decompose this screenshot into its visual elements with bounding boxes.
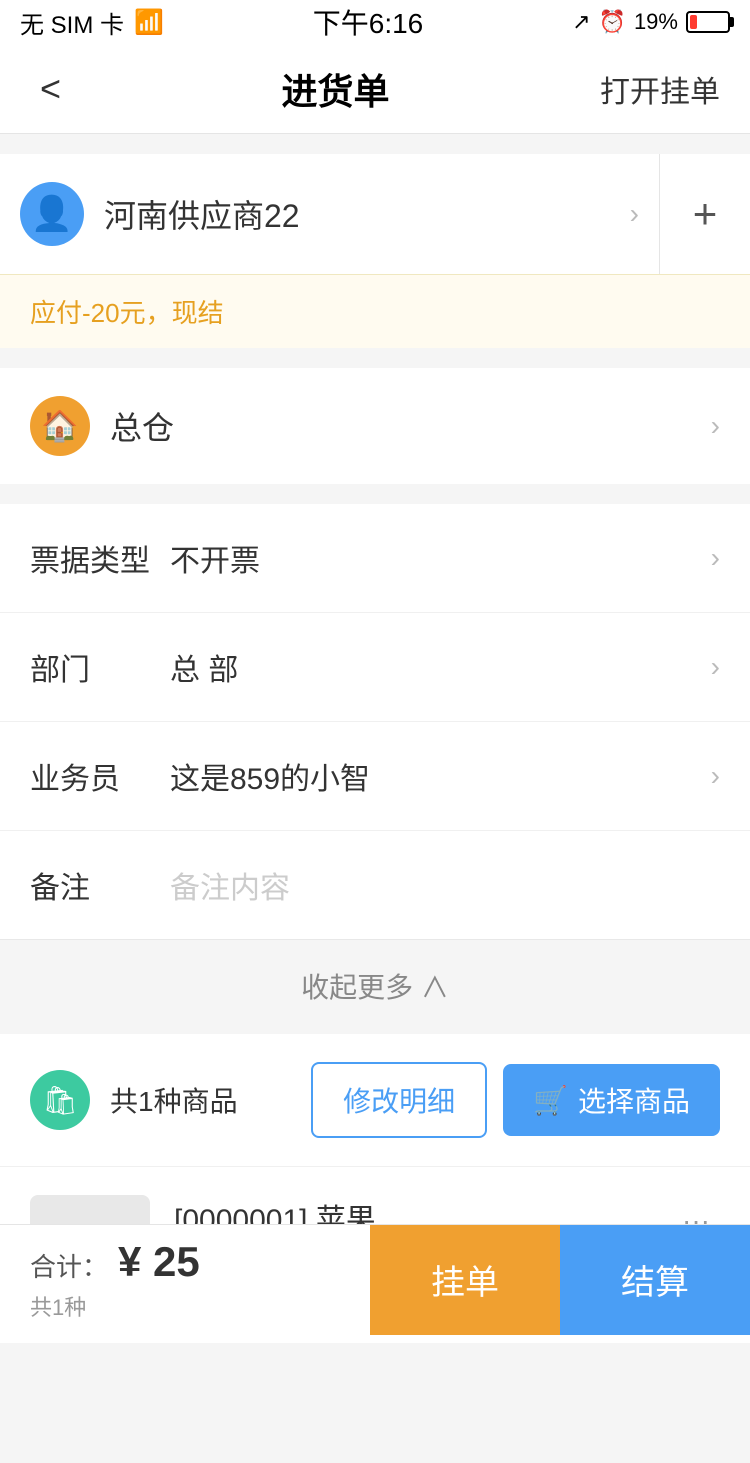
section-gap-2 — [0, 348, 750, 368]
collapse-row[interactable]: 收起更多 ∧ — [0, 939, 750, 1032]
total-section: 合计： ¥ 25 共1种 — [0, 1238, 370, 1322]
invoice-value: 不开票 — [170, 536, 711, 580]
warehouse-chevron-icon: › — [711, 410, 720, 442]
battery-fill — [690, 15, 697, 29]
carrier-text: 无 SIM 卡 — [20, 5, 124, 40]
notice-text: 应付-20元，现结 — [30, 298, 224, 328]
products-header: 🛍 共1种商品 修改明细 🛒 选择商品 — [0, 1034, 750, 1167]
department-row[interactable]: 部门 总 部 › — [0, 613, 750, 722]
collapse-label: 收起更多 ∧ — [301, 966, 449, 1006]
status-bar: 无 SIM 卡 📶 下午6:16 ↗ ⏰ 19% — [0, 0, 750, 44]
salesperson-row[interactable]: 业务员 这是859的小智 › — [0, 722, 750, 831]
total-sub: 共1种 — [30, 1290, 340, 1322]
sales-value: 这是859的小智 — [170, 754, 711, 798]
location-icon: ↗ — [572, 9, 590, 35]
dept-chevron-icon: › — [711, 651, 720, 683]
bottom-bar: 合计： ¥ 25 共1种 挂单 结算 — [0, 1224, 750, 1334]
total-amount: ¥ 25 — [118, 1238, 200, 1286]
checkout-button[interactable]: 结算 — [560, 1225, 750, 1335]
cart-icon: 🛒 — [533, 1084, 568, 1117]
invoice-chevron-icon: › — [711, 542, 720, 574]
products-icon-wrap: 🛍 — [30, 1070, 90, 1130]
open-hang-button[interactable]: 打开挂单 — [600, 67, 720, 111]
chevron-right-icon: › — [630, 198, 639, 230]
section-gap-1 — [0, 134, 750, 154]
sales-label: 业务员 — [30, 754, 170, 798]
warehouse-icon: 🏠 — [41, 409, 78, 444]
page-title: 进货单 — [282, 63, 390, 115]
battery-icon — [686, 11, 730, 33]
invoice-label: 票据类型 — [30, 536, 170, 580]
supplier-section: 👤 河南供应商22 › + — [0, 154, 750, 274]
edit-detail-button[interactable]: 修改明细 — [311, 1062, 487, 1138]
notice-banner: 应付-20元，现结 — [0, 274, 750, 348]
remark-label: 备注 — [30, 863, 170, 907]
select-product-button[interactable]: 🛒 选择商品 — [503, 1064, 720, 1136]
invoice-type-row[interactable]: 票据类型 不开票 › — [0, 504, 750, 613]
remark-row[interactable]: 备注 备注内容 — [0, 831, 750, 939]
nav-bar: < 进货单 打开挂单 — [0, 44, 750, 134]
dept-value: 总 部 — [170, 645, 711, 689]
sales-chevron-icon: › — [711, 760, 720, 792]
alarm-icon: ⏰ — [599, 9, 626, 35]
supplier-avatar: 👤 — [20, 182, 84, 246]
status-time: 下午6:16 — [313, 2, 424, 42]
person-icon: 👤 — [31, 194, 73, 234]
bag-icon: 🛍 — [42, 1084, 78, 1117]
dept-label: 部门 — [30, 645, 170, 689]
hang-button[interactable]: 挂单 — [370, 1225, 560, 1335]
warehouse-row[interactable]: 🏠 总仓 › — [0, 368, 750, 484]
status-right: ↗ ⏰ 19% — [572, 9, 730, 35]
remark-input[interactable]: 备注内容 — [170, 863, 720, 907]
add-supplier-button[interactable]: + — [660, 154, 750, 274]
total-text: 合计： — [30, 1247, 108, 1284]
warehouse-icon-wrap: 🏠 — [30, 396, 90, 456]
section-gap-3 — [0, 484, 750, 504]
back-button[interactable]: < — [30, 58, 71, 120]
battery-percent: 19% — [634, 9, 678, 35]
supplier-row[interactable]: 👤 河南供应商22 › — [0, 154, 660, 274]
select-product-label: 选择商品 — [578, 1080, 690, 1120]
warehouse-name: 总仓 — [110, 403, 711, 449]
form-section: 票据类型 不开票 › 部门 总 部 › 业务员 这是859的小智 › 备注 备注… — [0, 504, 750, 939]
products-count: 共1种商品 — [110, 1080, 311, 1120]
supplier-name: 河南供应商22 — [104, 191, 630, 237]
wifi-icon: 📶 — [134, 8, 164, 37]
total-label: 合计： ¥ 25 — [30, 1238, 340, 1286]
status-left: 无 SIM 卡 📶 — [20, 5, 164, 40]
